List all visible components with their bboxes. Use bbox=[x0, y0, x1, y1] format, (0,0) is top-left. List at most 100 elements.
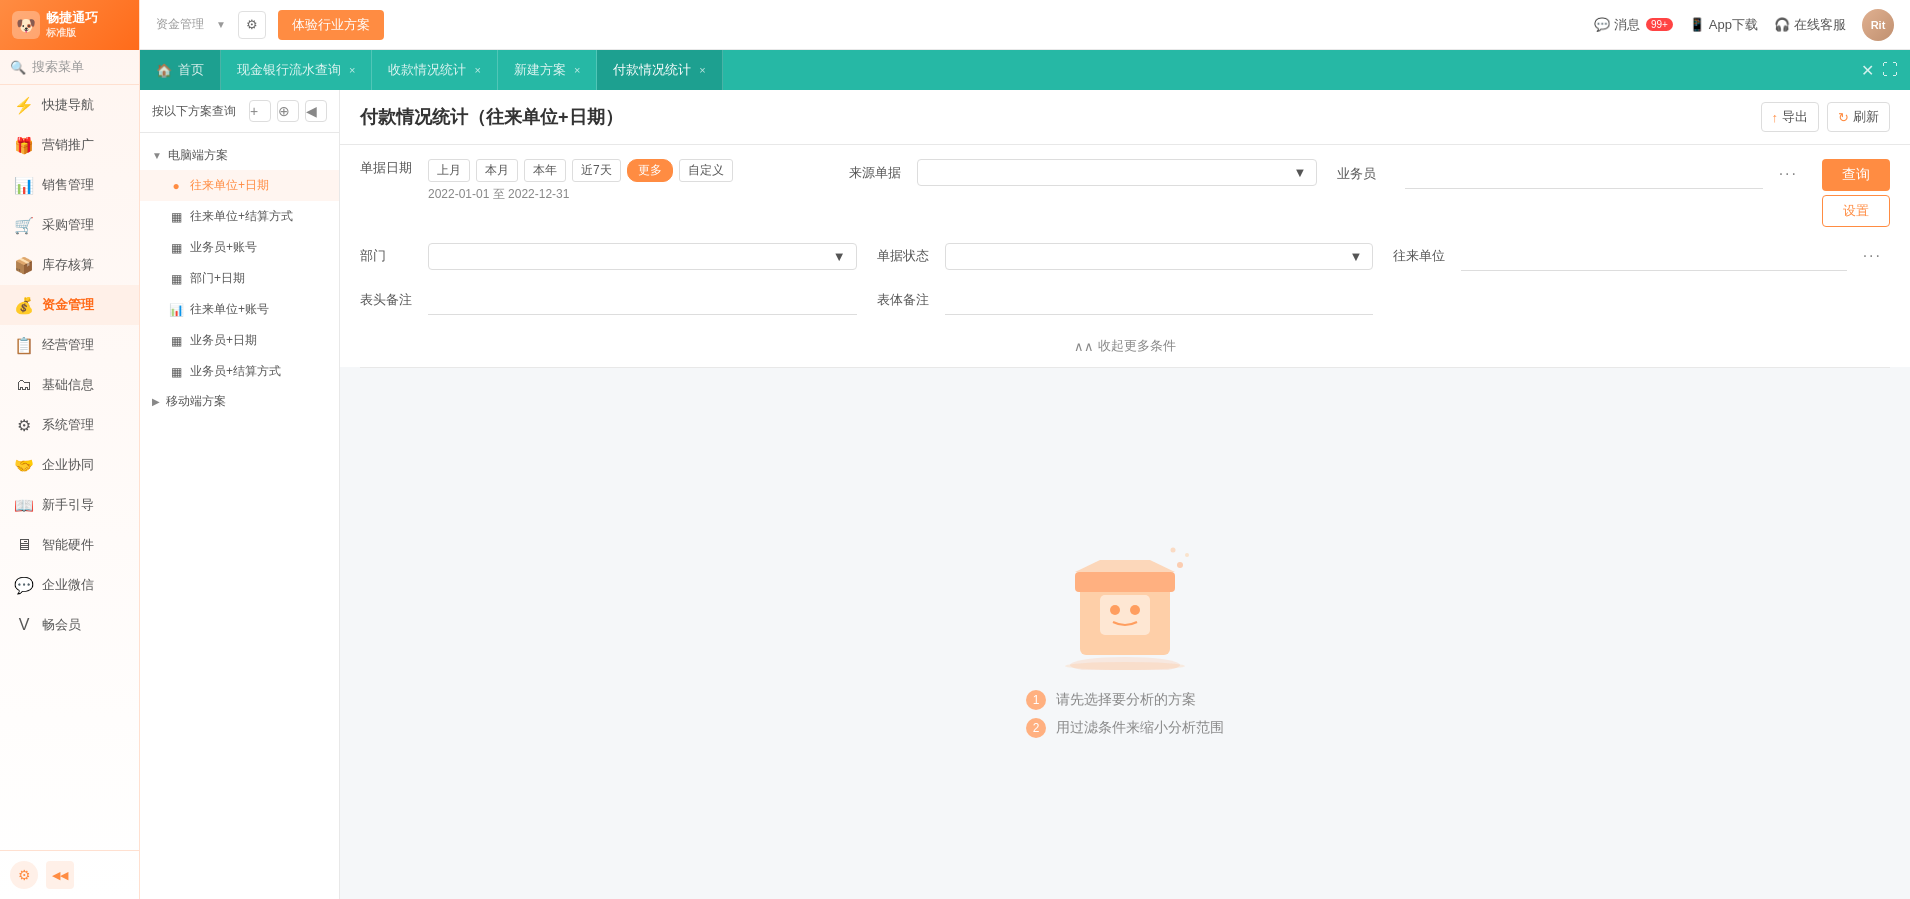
hint-text-1: 请先选择要分析的方案 bbox=[1056, 691, 1196, 709]
scheme-item-1[interactable]: ● 往来单位+日期 bbox=[140, 170, 339, 201]
sidebar-item-system[interactable]: ⚙ 系统管理 bbox=[0, 405, 139, 445]
tab-newscheme[interactable]: 新建方案 × bbox=[498, 50, 597, 90]
app-download-btn[interactable]: 📱 App下载 bbox=[1689, 16, 1758, 34]
close-payment-icon[interactable]: × bbox=[699, 64, 705, 76]
query-btn[interactable]: 查询 bbox=[1822, 159, 1890, 191]
settings-footer-btn[interactable]: ⚙ bbox=[10, 861, 38, 889]
sidebar-item-label: 营销推广 bbox=[42, 136, 94, 154]
close-newscheme-icon[interactable]: × bbox=[574, 64, 580, 76]
group-arrow-icon: ▼ bbox=[152, 150, 162, 161]
maximize-icon[interactable]: ⛶ bbox=[1882, 61, 1898, 79]
filter-container: 单据日期 上月 本月 本年 近7天 更多 自定义 20 bbox=[340, 145, 1910, 367]
dept-select[interactable]: ▼ bbox=[428, 243, 857, 270]
sidebar-item-operation[interactable]: 📋 经营管理 bbox=[0, 325, 139, 365]
partner-label: 往来单位 bbox=[1393, 247, 1453, 265]
date-last-month-btn[interactable]: 上月 bbox=[428, 159, 470, 182]
scheme-item-2[interactable]: ▦ 往来单位+结算方式 bbox=[140, 201, 339, 232]
sidebar-item-weixin[interactable]: 💬 企业微信 bbox=[0, 565, 139, 605]
operation-icon: 📋 bbox=[14, 335, 34, 355]
svg-rect-1 bbox=[1075, 572, 1175, 592]
scheme-item-6[interactable]: ▦ 业务员+日期 bbox=[140, 325, 339, 356]
add-scheme-btn[interactable]: + bbox=[249, 100, 271, 122]
tab-label: 新建方案 bbox=[514, 61, 566, 79]
sidebar: 🐶 畅捷通巧 标准版 🔍 搜索菜单 ⚡ 快捷导航 🎁 营销推广 📊 销售管理 🛒… bbox=[0, 0, 140, 899]
export-btn[interactable]: ↑ 导出 bbox=[1761, 102, 1820, 132]
close-receipt-icon[interactable]: × bbox=[474, 64, 480, 76]
weixin-icon: 💬 bbox=[14, 575, 34, 595]
header-note-input[interactable] bbox=[428, 285, 857, 315]
salesperson-input[interactable] bbox=[1405, 159, 1762, 189]
search-icon: 🔍 bbox=[10, 60, 26, 75]
scheme-label: 部门+日期 bbox=[190, 270, 245, 287]
sidebar-item-basic[interactable]: 🗂 基础信息 bbox=[0, 365, 139, 405]
partner-input[interactable] bbox=[1461, 241, 1846, 271]
search-menu[interactable]: 🔍 搜索菜单 bbox=[0, 50, 139, 85]
source-label: 来源单据 bbox=[849, 164, 909, 182]
header-note-label: 表头备注 bbox=[360, 291, 420, 309]
finance-icon: 💰 bbox=[14, 295, 34, 315]
partner-more-icon[interactable]: ··· bbox=[1855, 247, 1890, 265]
collapse-more-btn[interactable]: ∧∧ 收起更多条件 bbox=[340, 329, 1910, 363]
filter-row-1: 单据日期 上月 本月 本年 近7天 更多 自定义 20 bbox=[360, 159, 1890, 227]
status-filter: 单据状态 ▼ bbox=[877, 243, 1374, 270]
sidebar-item-inventory[interactable]: 📦 库存核算 bbox=[0, 245, 139, 285]
body-note-input[interactable] bbox=[945, 285, 1374, 315]
sidebar-item-label: 新手引导 bbox=[42, 496, 94, 514]
scheme-item-5[interactable]: 📊 往来单位+账号 bbox=[140, 294, 339, 325]
topbar-settings-btn[interactable]: ⚙ bbox=[238, 11, 266, 39]
sidebar-item-company[interactable]: 🤝 企业协同 bbox=[0, 445, 139, 485]
tree-group-mobile: ▶ 移动端方案 bbox=[140, 387, 339, 416]
message-btn[interactable]: 💬 消息 99+ bbox=[1594, 16, 1673, 34]
sidebar-item-vip[interactable]: V 畅会员 bbox=[0, 605, 139, 645]
sidebar-item-sales[interactable]: 📊 销售管理 bbox=[0, 165, 139, 205]
system-icon: ⚙ bbox=[14, 415, 34, 435]
scheme-label: 往来单位+账号 bbox=[190, 301, 269, 318]
salesperson-more-icon[interactable]: ··· bbox=[1771, 165, 1806, 183]
scheme-settings-btn[interactable]: ⊕ bbox=[277, 100, 299, 122]
user-initials: Rit bbox=[1871, 19, 1886, 31]
status-select[interactable]: ▼ bbox=[945, 243, 1374, 270]
tab-label: 收款情况统计 bbox=[388, 61, 466, 79]
sidebar-item-guide[interactable]: 📖 新手引导 bbox=[0, 485, 139, 525]
refresh-btn[interactable]: ↻ 刷新 bbox=[1827, 102, 1890, 132]
sidebar-item-quicknav[interactable]: ⚡ 快捷导航 bbox=[0, 85, 139, 125]
filter-settings-btn[interactable]: 设置 bbox=[1822, 195, 1890, 227]
sales-icon: 📊 bbox=[14, 175, 34, 195]
close-all-icon[interactable]: ✕ bbox=[1861, 61, 1874, 80]
source-select[interactable]: ▼ bbox=[917, 159, 1318, 186]
tab-receipt[interactable]: 收款情况统计 × bbox=[372, 50, 497, 90]
scheme-item-3[interactable]: ▦ 业务员+账号 bbox=[140, 232, 339, 263]
filter-row-2: 部门 ▼ 单据状态 ▼ bbox=[360, 241, 1890, 271]
filter-section: 单据日期 上月 本月 本年 近7天 更多 自定义 20 bbox=[340, 145, 1910, 315]
tab-cashflow[interactable]: 现金银行流水查询 × bbox=[221, 50, 372, 90]
tree-group-header-desktop[interactable]: ▼ 电脑端方案 bbox=[140, 141, 339, 170]
online-service-btn[interactable]: 🎧 在线客服 bbox=[1774, 16, 1846, 34]
sidebar-item-purchase[interactable]: 🛒 采购管理 bbox=[0, 205, 139, 245]
sidebar-item-label: 企业微信 bbox=[42, 576, 94, 594]
sidebar-item-marketing[interactable]: 🎁 营销推广 bbox=[0, 125, 139, 165]
date-this-year-btn[interactable]: 本年 bbox=[524, 159, 566, 182]
date-this-month-btn[interactable]: 本月 bbox=[476, 159, 518, 182]
collapse-scheme-btn[interactable]: ◀ bbox=[305, 100, 327, 122]
sidebar-item-hardware[interactable]: 🖥 智能硬件 bbox=[0, 525, 139, 565]
date-custom-btn[interactable]: 自定义 bbox=[679, 159, 733, 182]
date-7days-btn[interactable]: 近7天 bbox=[572, 159, 621, 182]
close-cashflow-icon[interactable]: × bbox=[349, 64, 355, 76]
user-avatar[interactable]: Rit bbox=[1862, 9, 1894, 41]
scheme-tree: ▼ 电脑端方案 ● 往来单位+日期 ▦ 往来单位+结算方式 ▦ 业务员+账号 bbox=[140, 133, 339, 899]
purchase-icon: 🛒 bbox=[14, 215, 34, 235]
date-more-btn[interactable]: 更多 bbox=[627, 159, 673, 182]
tab-payment[interactable]: 付款情况统计 × bbox=[597, 50, 722, 90]
collapse-sidebar-btn[interactable]: ◀◀ bbox=[46, 861, 74, 889]
plus-icon: + bbox=[250, 103, 270, 119]
refresh-label: 刷新 bbox=[1853, 108, 1879, 126]
sidebar-item-finance[interactable]: 💰 资金管理 bbox=[0, 285, 139, 325]
scheme-item-4[interactable]: ▦ 部门+日期 bbox=[140, 263, 339, 294]
trial-btn[interactable]: 体验行业方案 bbox=[278, 10, 384, 40]
tab-label: 现金银行流水查询 bbox=[237, 61, 341, 79]
scheme-panel-header: 按以下方案查询 + ⊕ ◀ bbox=[140, 90, 339, 133]
tab-home[interactable]: 🏠 首页 bbox=[140, 50, 221, 90]
tree-group-header-mobile[interactable]: ▶ 移动端方案 bbox=[140, 387, 339, 416]
scheme-item-7[interactable]: ▦ 业务员+结算方式 bbox=[140, 356, 339, 387]
inventory-icon: 📦 bbox=[14, 255, 34, 275]
